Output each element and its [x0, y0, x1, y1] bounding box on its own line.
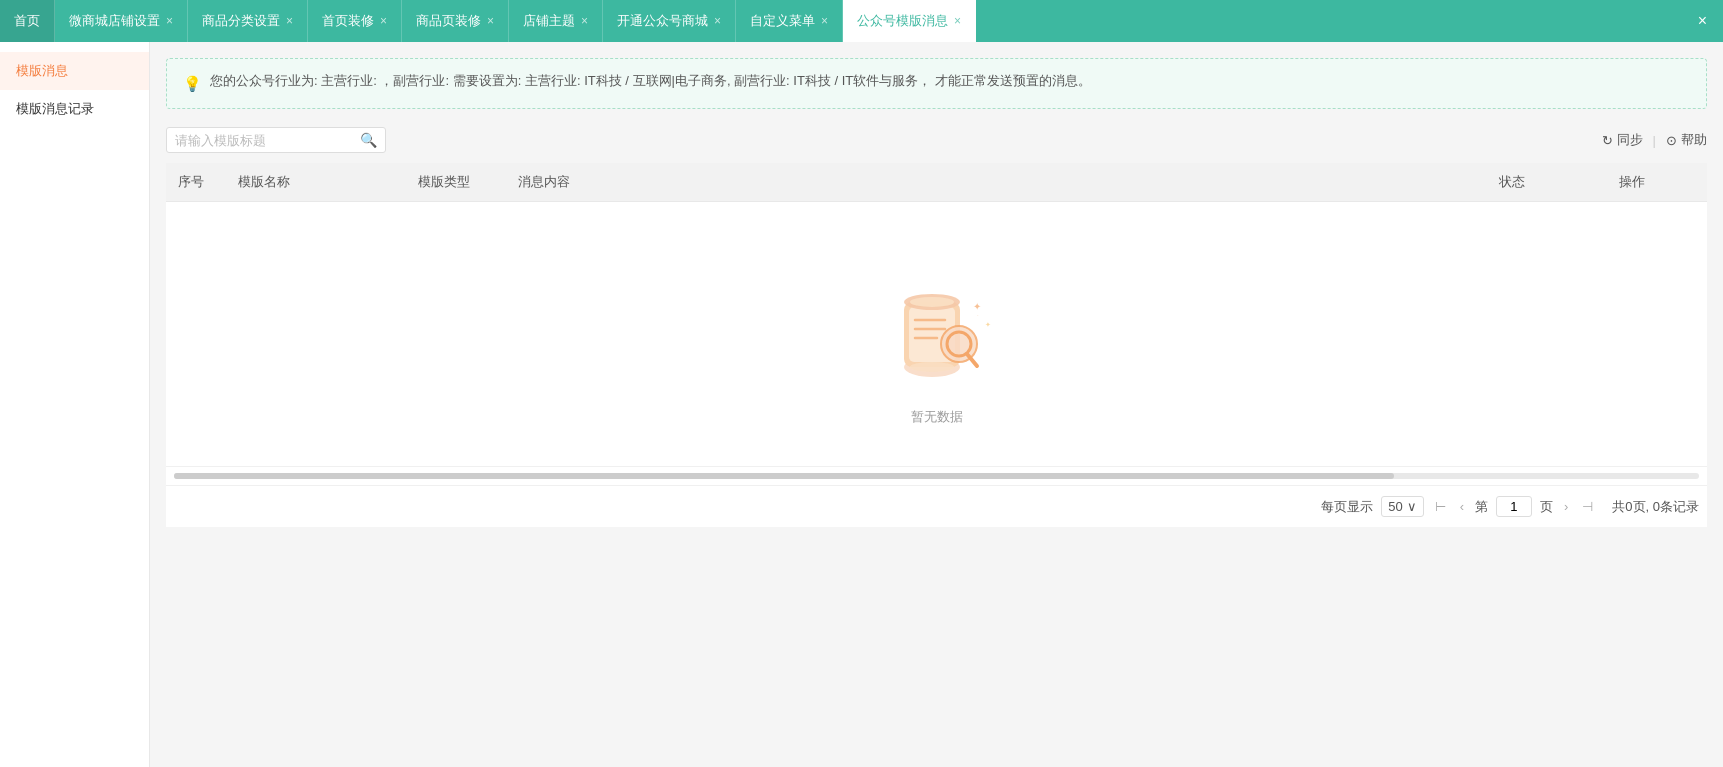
close-template-msg-icon[interactable]: × [954, 14, 961, 28]
search-input[interactable] [175, 133, 360, 148]
sync-label: 同步 [1617, 131, 1643, 149]
close-all-button[interactable]: × [1682, 0, 1723, 42]
notice-content: 您的公众号行业为: 主营行业: ，副营行业: 需要设置为: 主营行业: IT科技… [210, 71, 1091, 92]
col-header-content: 消息内容 [506, 163, 1487, 202]
sync-button[interactable]: ↻ 同步 [1602, 131, 1643, 149]
sidebar-item-template-log[interactable]: 模版消息记录 [0, 90, 149, 128]
nav-tab-open-mall-label: 开通公众号商城 [617, 12, 708, 30]
nav-tab-template-msg[interactable]: 公众号模版消息 × [843, 0, 976, 42]
scrollbar-thumb[interactable] [174, 473, 1394, 479]
nav-tab-category-settings[interactable]: 商品分类设置 × [188, 0, 308, 42]
notice-suffix: 才能正常发送预置的消息。 [935, 73, 1091, 88]
col-header-index: 序号 [166, 163, 226, 202]
pagination: 每页显示 50 ∨ ⊢ ‹ 第 页 › ⊣ 共0页, 0条记录 [166, 485, 1707, 527]
col-header-type: 模版类型 [406, 163, 506, 202]
content-area: 💡 您的公众号行业为: 主营行业: ，副营行业: 需要设置为: 主营行业: IT… [150, 42, 1723, 767]
search-box[interactable]: 🔍 [166, 127, 386, 153]
nav-tab-category-settings-label: 商品分类设置 [202, 12, 280, 30]
nav-tab-store-theme-label: 店铺主题 [523, 12, 575, 30]
nav-tab-custom-menu[interactable]: 自定义菜单 × [736, 0, 843, 42]
svg-text:·: · [977, 312, 979, 318]
col-header-action: 操作 [1607, 163, 1707, 202]
help-icon: ⊙ [1666, 133, 1677, 148]
first-page-button[interactable]: ⊢ [1432, 499, 1449, 514]
top-nav: 首页 微商城店铺设置 × 商品分类设置 × 首页装修 × 商品页装修 × 店铺主… [0, 0, 1723, 42]
total-info: 共0页, 0条记录 [1612, 498, 1699, 516]
table-header-row: 序号 模版名称 模版类型 消息内容 状态 操作 [166, 163, 1707, 202]
main-layout: 模版消息 模版消息记录 💡 您的公众号行业为: 主营行业: ，副营行业: 需要设… [0, 42, 1723, 767]
scrollbar-area [166, 467, 1707, 485]
page-input[interactable] [1496, 496, 1532, 517]
toolbar-divider: | [1653, 133, 1656, 148]
sync-icon: ↻ [1602, 133, 1613, 148]
table-body: ✦ ✦ · 暂无数据 [166, 202, 1707, 467]
nav-tab-store-settings-label: 微商城店铺设置 [69, 12, 160, 30]
prev-page-button[interactable]: ‹ [1457, 499, 1467, 514]
close-category-settings-icon[interactable]: × [286, 14, 293, 28]
sidebar: 模版消息 模版消息记录 [0, 42, 150, 767]
table-wrapper: 序号 模版名称 模版类型 消息内容 状态 操作 [166, 163, 1707, 527]
nav-tab-store-theme[interactable]: 店铺主题 × [509, 0, 603, 42]
close-home-decor-icon[interactable]: × [380, 14, 387, 28]
search-icon[interactable]: 🔍 [360, 132, 377, 148]
last-page-button[interactable]: ⊣ [1579, 499, 1596, 514]
nav-tab-home[interactable]: 首页 [0, 0, 55, 42]
col-header-status: 状态 [1487, 163, 1607, 202]
svg-point-8 [910, 362, 954, 372]
nav-tab-open-mall[interactable]: 开通公众号商城 × [603, 0, 736, 42]
page-unit-label: 页 [1540, 498, 1553, 516]
bulb-icon: 💡 [183, 72, 202, 96]
page-label: 第 [1475, 498, 1488, 516]
close-open-mall-icon[interactable]: × [714, 14, 721, 28]
close-product-decor-icon[interactable]: × [487, 14, 494, 28]
nav-tab-custom-menu-label: 自定义菜单 [750, 12, 815, 30]
nav-tab-template-msg-label: 公众号模版消息 [857, 12, 948, 30]
close-store-settings-icon[interactable]: × [166, 14, 173, 28]
empty-state: ✦ ✦ · 暂无数据 [178, 212, 1695, 456]
data-table: 序号 模版名称 模版类型 消息内容 状态 操作 [166, 163, 1707, 467]
col-header-name: 模版名称 [226, 163, 406, 202]
sidebar-item-template-msg-label: 模版消息 [16, 63, 68, 78]
help-button[interactable]: ⊙ 帮助 [1666, 131, 1707, 149]
empty-state-cell: ✦ ✦ · 暂无数据 [166, 202, 1707, 467]
notice-highlight: 需要设置为: 主营行业: IT科技 / 互联网|电子商务, 副营行业: IT科技… [453, 73, 932, 88]
nav-tab-store-settings[interactable]: 微商城店铺设置 × [55, 0, 188, 42]
svg-text:✦: ✦ [985, 321, 991, 328]
nav-tab-home-decor-label: 首页装修 [322, 12, 374, 30]
per-page-value: 50 [1388, 499, 1402, 514]
table-head: 序号 模版名称 模版类型 消息内容 状态 操作 [166, 163, 1707, 202]
nav-tab-home-decor[interactable]: 首页装修 × [308, 0, 402, 42]
scrollbar-track[interactable] [174, 473, 1699, 479]
empty-illustration: ✦ ✦ · [877, 272, 997, 392]
empty-state-row: ✦ ✦ · 暂无数据 [166, 202, 1707, 467]
close-store-theme-icon[interactable]: × [581, 14, 588, 28]
chevron-down-icon: ∨ [1407, 499, 1417, 514]
sidebar-item-template-msg[interactable]: 模版消息 [0, 52, 149, 90]
next-page-button[interactable]: › [1561, 499, 1571, 514]
nav-tab-product-decor-label: 商品页装修 [416, 12, 481, 30]
nav-tab-product-decor[interactable]: 商品页装修 × [402, 0, 509, 42]
sidebar-item-template-log-label: 模版消息记录 [16, 101, 94, 116]
toolbar: 🔍 ↻ 同步 | ⊙ 帮助 [166, 127, 1707, 153]
per-page-select[interactable]: 50 ∨ [1381, 496, 1423, 517]
nav-tab-home-label: 首页 [14, 12, 40, 30]
close-custom-menu-icon[interactable]: × [821, 14, 828, 28]
svg-text:✦: ✦ [973, 301, 981, 312]
notice-prefix: 您的公众号行业为: 主营行业: ，副营行业: [210, 73, 449, 88]
help-label: 帮助 [1681, 131, 1707, 149]
per-page-label: 每页显示 [1321, 498, 1373, 516]
toolbar-right: ↻ 同步 | ⊙ 帮助 [1602, 131, 1707, 149]
svg-point-7 [910, 297, 954, 307]
empty-text: 暂无数据 [911, 408, 963, 426]
notice-banner: 💡 您的公众号行业为: 主营行业: ，副营行业: 需要设置为: 主营行业: IT… [166, 58, 1707, 109]
